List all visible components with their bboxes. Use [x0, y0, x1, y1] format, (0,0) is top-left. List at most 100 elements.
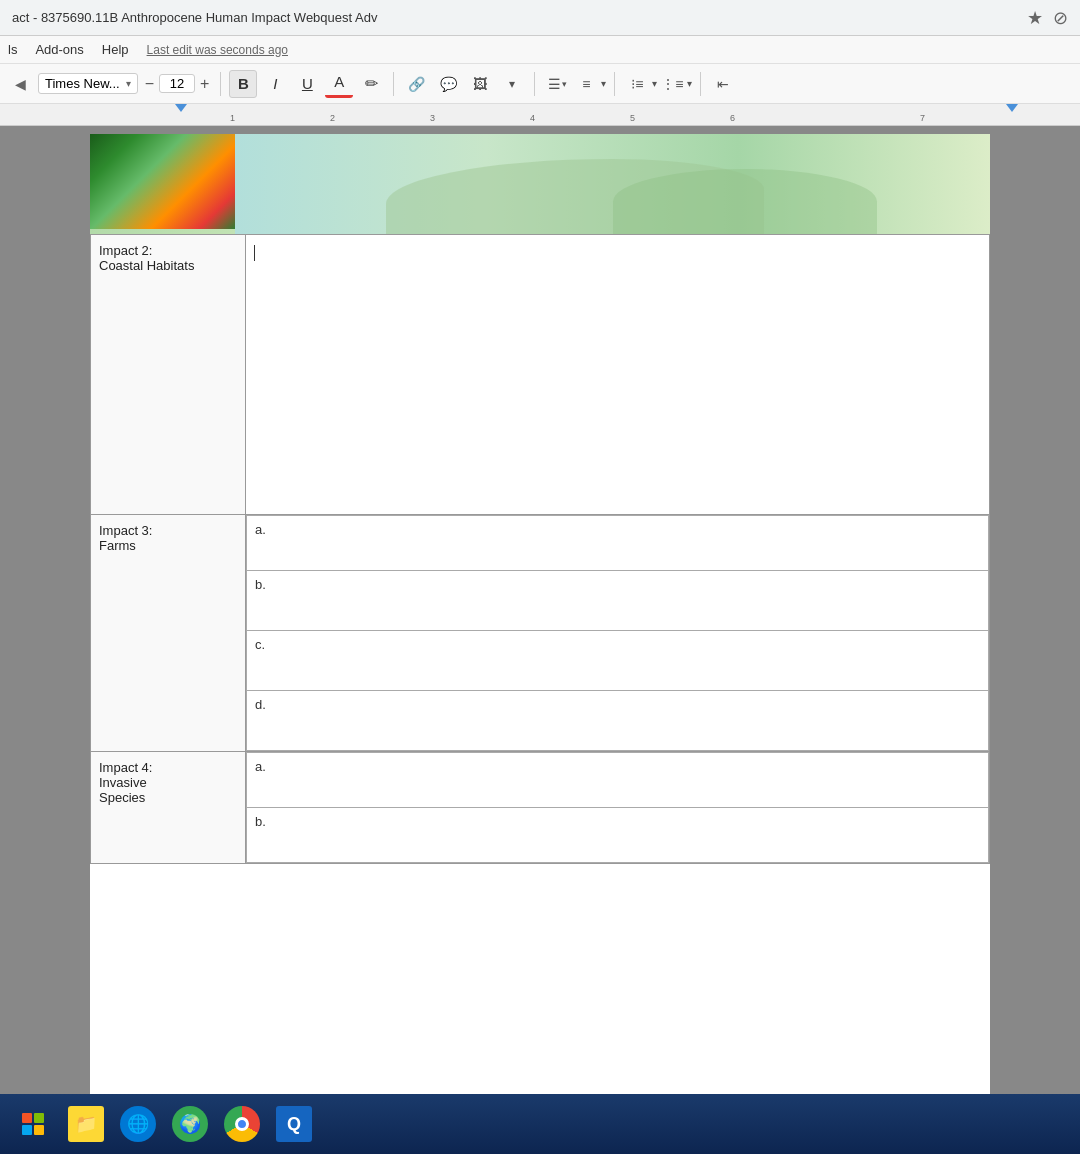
- impact3-sub-row-a: a.: [247, 516, 989, 571]
- font-size-value[interactable]: 12: [159, 74, 195, 93]
- toolbar-divider-3: [534, 72, 535, 96]
- impact4-b-cell[interactable]: b.: [247, 808, 989, 863]
- edge-button[interactable]: 🌐: [114, 1100, 162, 1148]
- alignment-group: ☰ ▾ ≡ ▾: [543, 70, 606, 98]
- ruler-mark-3: 3: [430, 113, 435, 123]
- back-button[interactable]: ◀: [6, 70, 34, 98]
- impact3-a-label: a.: [255, 522, 266, 537]
- impact4-b-label: b.: [255, 814, 266, 829]
- document-header: [90, 134, 990, 234]
- image-icon[interactable]: 🖼: [466, 70, 494, 98]
- impact2-label[interactable]: Impact 2: Coastal Habitats: [91, 235, 246, 515]
- q-app-icon: Q: [276, 1106, 312, 1142]
- page-title: act - 8375690.11B Anthropocene Human Imp…: [12, 10, 1019, 25]
- impact3-sub-row-b: b.: [247, 571, 989, 631]
- toolbar-divider-1: [220, 72, 221, 96]
- earth-icon: 🌍: [172, 1106, 208, 1142]
- ruler-mark-4: 4: [530, 113, 535, 123]
- line-spacing-dropdown[interactable]: ▾: [601, 78, 606, 89]
- menu-item-ls[interactable]: ls: [8, 42, 17, 57]
- last-edit-status: Last edit was seconds ago: [147, 43, 288, 57]
- impact3-c-label: c.: [255, 637, 265, 652]
- impact2-content[interactable]: [246, 235, 990, 515]
- ruler-right-marker[interactable]: [1006, 104, 1018, 112]
- font-size-decrease[interactable]: −: [142, 75, 157, 93]
- start-button[interactable]: [8, 1100, 58, 1148]
- italic-button[interactable]: I: [261, 70, 289, 98]
- font-color-button[interactable]: A: [325, 70, 353, 98]
- impact3-sub-row-c: c.: [247, 631, 989, 691]
- numbered-list-icon[interactable]: ⋮≡: [658, 70, 686, 98]
- underline-button[interactable]: U: [293, 70, 321, 98]
- impact4-content[interactable]: a. b.: [246, 752, 990, 864]
- ruler-content: 1 2 3 4 5 6 7: [0, 104, 1080, 125]
- bold-button[interactable]: B: [229, 70, 257, 98]
- link-icon[interactable]: 🔗: [402, 70, 430, 98]
- impact3-d-cell[interactable]: d.: [247, 691, 989, 751]
- browser-icons: ★ ⊘: [1027, 7, 1068, 29]
- taskbar: 📁 🌐 🌍 Q: [0, 1094, 1080, 1154]
- impact4-sub-row-b: b.: [247, 808, 989, 863]
- impact4-label[interactable]: Impact 4: Invasive Species: [91, 752, 246, 864]
- document-page[interactable]: Impact 2: Coastal Habitats Impact 3: Far…: [90, 134, 990, 1094]
- impact4-sub-row-a: a.: [247, 753, 989, 808]
- impact4-row: Impact 4: Invasive Species a. b.: [91, 752, 990, 864]
- document-area: Impact 2: Coastal Habitats Impact 3: Far…: [0, 126, 1080, 1094]
- impact3-c-cell[interactable]: c.: [247, 631, 989, 691]
- impact3-row: Impact 3: Farms a. b.: [91, 515, 990, 752]
- toolbar-divider-4: [614, 72, 615, 96]
- menu-item-help[interactable]: Help: [102, 42, 129, 57]
- impact3-sub-row-d: d.: [247, 691, 989, 751]
- indent-decrease-icon[interactable]: ⇤: [709, 70, 737, 98]
- impact4-a-label: a.: [255, 759, 266, 774]
- impact2-label-text: Impact 2: Coastal Habitats: [99, 243, 194, 273]
- font-size-controls: − 12 +: [142, 74, 213, 93]
- align-left-dropdown[interactable]: ☰ ▾: [543, 70, 571, 98]
- align-left-icon: ☰: [548, 76, 561, 92]
- document-table: Impact 2: Coastal Habitats Impact 3: Far…: [90, 234, 990, 864]
- edge-icon: 🌐: [120, 1106, 156, 1142]
- header-background: [235, 134, 990, 234]
- font-dropdown-arrow[interactable]: ▾: [126, 78, 131, 89]
- toolbar-divider-2: [393, 72, 394, 96]
- ruler-left-marker[interactable]: [175, 104, 187, 112]
- q-app-button[interactable]: Q: [270, 1100, 318, 1148]
- toolbar: ◀ Times New... ▾ − 12 + B I U A ✏ 🔗 💬 🖼 …: [0, 64, 1080, 104]
- impact3-content[interactable]: a. b. c.: [246, 515, 990, 752]
- font-size-increase[interactable]: +: [197, 75, 212, 93]
- ruler: 1 2 3 4 5 6 7: [0, 104, 1080, 126]
- impact2-cursor: [254, 245, 255, 261]
- windows-logo-icon: [22, 1113, 44, 1135]
- font-selector[interactable]: Times New... ▾: [38, 73, 138, 94]
- chrome-icon: [224, 1106, 260, 1142]
- ruler-mark-1: 1: [230, 113, 235, 123]
- ruler-mark-6: 6: [730, 113, 735, 123]
- impact3-b-label: b.: [255, 577, 266, 592]
- line-spacing-button[interactable]: ≡: [572, 70, 600, 98]
- file-explorer-button[interactable]: 📁: [62, 1100, 110, 1148]
- star-icon[interactable]: ★: [1027, 7, 1043, 29]
- impact4-a-cell[interactable]: a.: [247, 753, 989, 808]
- file-explorer-icon: 📁: [68, 1106, 104, 1142]
- pen-icon[interactable]: ✏: [357, 70, 385, 98]
- menu-bar: ls Add-ons Help Last edit was seconds ag…: [0, 36, 1080, 64]
- browser-title-bar: act - 8375690.11B Anthropocene Human Imp…: [0, 0, 1080, 36]
- align-dropdown-arrow[interactable]: ▾: [562, 79, 567, 89]
- numbered-list-dropdown[interactable]: ▾: [687, 78, 692, 89]
- toolbar-divider-5: [700, 72, 701, 96]
- bullet-list-icon[interactable]: ⁝≡: [623, 70, 651, 98]
- earth-button[interactable]: 🌍: [166, 1100, 214, 1148]
- impact3-a-cell[interactable]: a.: [247, 516, 989, 571]
- insert-dropdown[interactable]: ▾: [498, 70, 526, 98]
- impact3-b-cell[interactable]: b.: [247, 571, 989, 631]
- list-dropdown-arrow[interactable]: ▾: [652, 78, 657, 89]
- impact4-sub-table: a. b.: [246, 752, 989, 863]
- impact3-label[interactable]: Impact 3: Farms: [91, 515, 246, 752]
- impact4-label-text: Impact 4: Invasive Species: [99, 760, 152, 805]
- list-group: ⁝≡ ▾ ⋮≡ ▾: [623, 70, 692, 98]
- refresh-icon[interactable]: ⊘: [1053, 7, 1068, 29]
- comment-icon[interactable]: 💬: [434, 70, 462, 98]
- impact3-label-text: Impact 3: Farms: [99, 523, 152, 553]
- chrome-button[interactable]: [218, 1100, 266, 1148]
- menu-item-addons[interactable]: Add-ons: [35, 42, 83, 57]
